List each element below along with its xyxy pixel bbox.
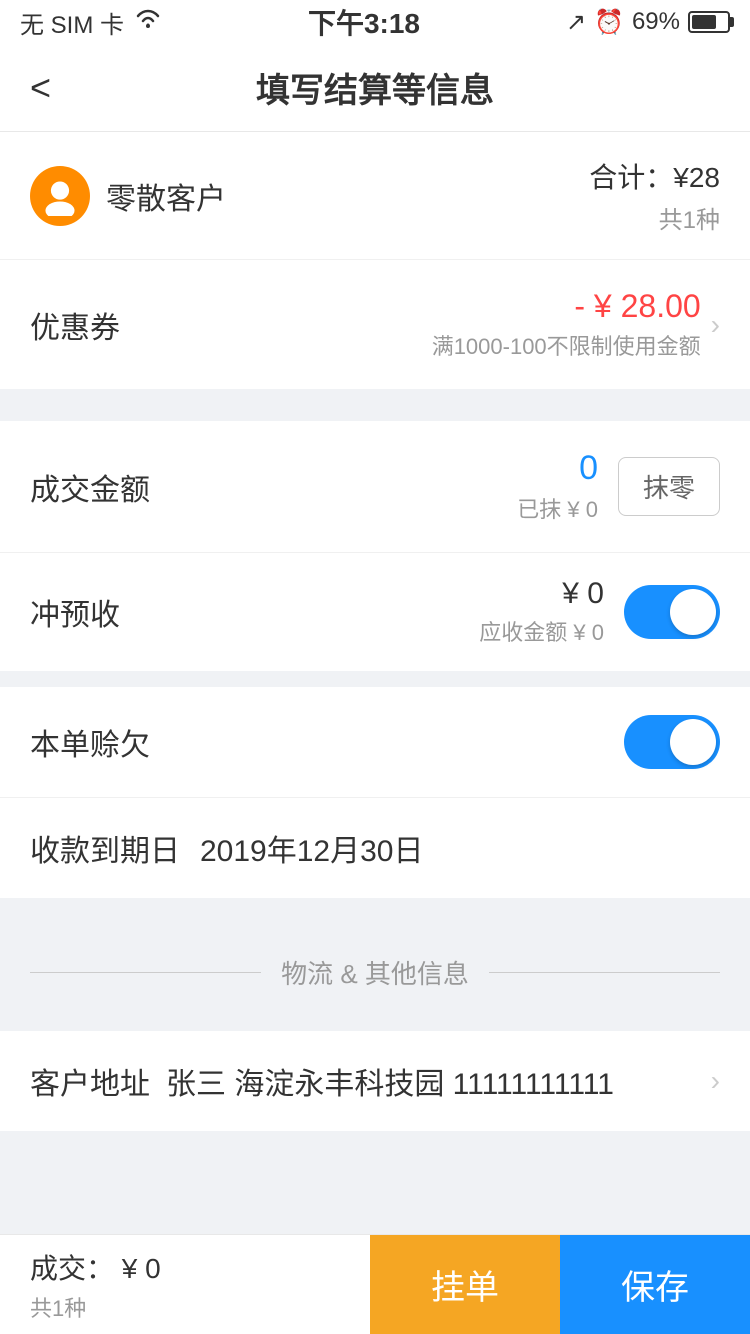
page-title: 填写结算等信息	[256, 63, 494, 112]
logistics-line-right	[489, 972, 720, 973]
address-row[interactable]: 客户地址 张三 海淀永丰科技园 11111111111 ›	[0, 1031, 750, 1131]
nav-bar: < 填写结算等信息	[0, 44, 750, 132]
status-left: 无 SIM 卡	[20, 5, 162, 40]
coupon-desc: 满1000-100不限制使用金额	[432, 329, 701, 361]
deal-amount-label: 成交金额	[30, 465, 150, 509]
logistics-title: 物流 & 其他信息	[261, 954, 489, 991]
deal-amount-row: 成交金额 0 已抹 ¥ 0 抹零	[0, 421, 750, 552]
battery-icon	[688, 11, 730, 33]
toggle-knob	[670, 589, 716, 635]
prepay-amount: ¥ 0	[479, 577, 604, 611]
due-date-row: 收款到期日 2019年12月30日	[0, 797, 750, 898]
deal-amount-info: 0 已抹 ¥ 0	[517, 449, 598, 524]
coupon-row[interactable]: 优惠券 - ¥ 28.00 满1000-100不限制使用金额 ›	[0, 259, 750, 389]
battery-percent: 69%	[632, 8, 680, 36]
prepay-toggle[interactable]	[624, 585, 720, 639]
credit-label: 本单赊欠	[30, 720, 150, 764]
due-date-label: 收款到期日	[30, 826, 180, 870]
location-icon: ↗	[566, 8, 586, 37]
customer-count: 共1种	[589, 200, 720, 235]
logistics-header: 物流 & 其他信息	[0, 930, 750, 1015]
coupon-label: 优惠券	[30, 303, 120, 347]
credit-section: 本单赊欠 收款到期日 2019年12月30日	[0, 687, 750, 898]
address-value: 张三 海淀永丰科技园 11111111111	[166, 1059, 695, 1103]
bottom-count: 共1种	[30, 1291, 340, 1323]
user-avatar-icon	[40, 176, 80, 216]
credit-row: 本单赊欠	[0, 687, 750, 797]
prepay-label: 冲预收	[30, 590, 120, 634]
divider-2	[0, 671, 750, 687]
prepay-sub: 应收金额 ¥ 0	[479, 615, 604, 647]
address-chevron-icon: ›	[711, 1065, 720, 1097]
status-time: 下午3:18	[308, 2, 420, 42]
logistics-section: 物流 & 其他信息	[0, 930, 750, 1015]
divider-3	[0, 914, 750, 930]
due-date-value: 2019年12月30日	[200, 826, 423, 870]
prepay-right: ¥ 0 应收金额 ¥ 0	[479, 577, 720, 647]
address-label: 客户地址	[30, 1059, 150, 1103]
status-bar: 无 SIM 卡 下午3:18 ↗ ⏰ 69%	[0, 0, 750, 44]
address-section: 客户地址 张三 海淀永丰科技园 11111111111 ›	[0, 1031, 750, 1131]
bottom-bar: 成交： ¥ 0 共1种 挂单 保存	[0, 1234, 750, 1334]
coupon-info: - ¥ 28.00 满1000-100不限制使用金额	[432, 288, 701, 361]
divider-1	[0, 405, 750, 421]
hang-button[interactable]: 挂单	[370, 1235, 560, 1334]
deal-amount-value: 0	[517, 449, 598, 488]
back-button[interactable]: <	[30, 67, 51, 109]
wifi-icon	[134, 8, 162, 36]
bottom-deal-label: 成交： ¥ 0	[30, 1247, 340, 1287]
save-button[interactable]: 保存	[560, 1235, 750, 1334]
bottom-summary: 成交： ¥ 0 共1种	[0, 1235, 370, 1334]
prepay-info: ¥ 0 应收金额 ¥ 0	[479, 577, 604, 647]
customer-info: 零散客户	[30, 166, 226, 226]
deal-amount-right: 0 已抹 ¥ 0 抹零	[517, 449, 720, 524]
customer-row: 零散客户 合计：¥28 共1种	[0, 132, 750, 259]
coupon-right: - ¥ 28.00 满1000-100不限制使用金额 ›	[432, 288, 720, 361]
round-zero-button[interactable]: 抹零	[618, 457, 720, 516]
customer-total-info: 合计：¥28 共1种	[589, 156, 720, 235]
credit-toggle[interactable]	[624, 715, 720, 769]
customer-total: 合计：¥28	[589, 156, 720, 196]
prepay-row: 冲预收 ¥ 0 应收金额 ¥ 0	[0, 552, 750, 671]
bottom-deal-value: ¥ 0	[122, 1253, 161, 1284]
avatar	[30, 166, 90, 226]
deal-amount-sub: 已抹 ¥ 0	[517, 492, 598, 524]
chevron-right-icon: ›	[711, 309, 720, 341]
logistics-line-left	[30, 972, 261, 973]
customer-name: 零散客户	[106, 174, 226, 218]
deal-section: 成交金额 0 已抹 ¥ 0 抹零 冲预收 ¥ 0 应收金额 ¥ 0	[0, 421, 750, 671]
coupon-discount: - ¥ 28.00	[432, 288, 701, 325]
bottom-deal-prefix: 成交：	[30, 1253, 114, 1284]
credit-toggle-knob	[670, 719, 716, 765]
alarm-icon: ⏰	[594, 8, 624, 37]
customer-section: 零散客户 合计：¥28 共1种 优惠券 - ¥ 28.00 满1000-100不…	[0, 132, 750, 389]
status-right: ↗ ⏰ 69%	[566, 8, 730, 37]
carrier-label: 无 SIM 卡	[20, 5, 124, 40]
